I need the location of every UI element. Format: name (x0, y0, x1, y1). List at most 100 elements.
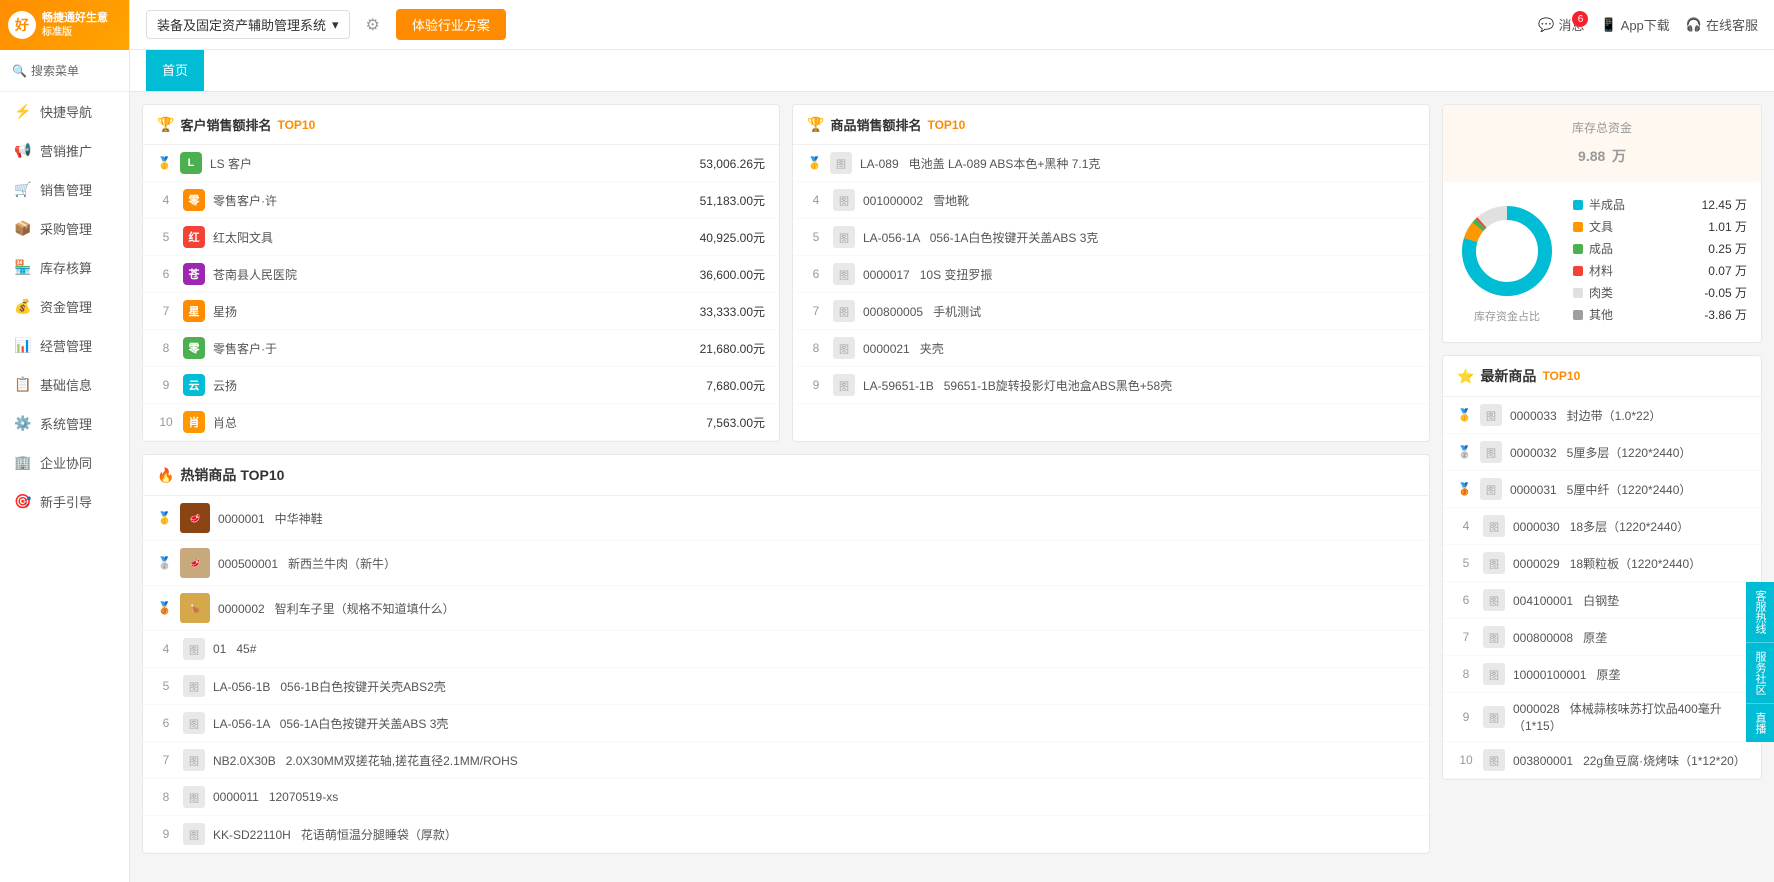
list-item: 5 红 红太阳文具 40,925.00元 (143, 219, 779, 256)
system-icon: ⚙️ (14, 415, 32, 433)
page-tabs: 首页 (130, 50, 1774, 92)
list-item: 7 图 NB2.0X30B 2.0X30MM双搓花轴,搓花直径2.1MM/ROH… (143, 742, 1429, 779)
product-icon: 图 (183, 712, 205, 734)
medal-icon (157, 601, 172, 615)
search-menu-button[interactable]: 🔍 搜索菜单 (8, 58, 121, 83)
inventory-total-value: 9.88 万 (1457, 140, 1747, 168)
shortcut-icon: ⚡ (14, 103, 32, 121)
tab-home[interactable]: 首页 (146, 50, 204, 91)
chevron-down-icon: ▾ (332, 17, 339, 33)
legend-item: 肉类 -0.05 万 (1573, 284, 1747, 301)
product-icon: 图 (1483, 552, 1505, 574)
medal-icon (1457, 482, 1472, 496)
product-icon: 图 (183, 638, 205, 660)
trial-button[interactable]: 体验行业方案 (396, 9, 506, 40)
sidebar-item-sales[interactable]: 🛒 销售管理 (0, 170, 129, 209)
sidebar-item-inventory[interactable]: 🏪 库存核算 (0, 248, 129, 287)
product-icon: 图 (1483, 589, 1505, 611)
top-header: 装备及固定资产辅助管理系统 ▾ ⚙ 体验行业方案 💬 消息 6 📱 App下载 … (130, 0, 1774, 50)
list-item: 4 图 01 45# (143, 631, 1429, 668)
purchase-icon: 📦 (14, 220, 32, 238)
inventory-legend: 半成品 12.45 万 文具 1.01 万 成品 0.25 万 (1573, 196, 1747, 328)
product-icon: 图 (183, 749, 205, 771)
star-icon: ⭐ (1457, 368, 1474, 385)
right-column: 库存总资金 9.88 万 (1442, 104, 1762, 870)
product-icon: 图 (1480, 404, 1502, 426)
medal-icon (1457, 408, 1472, 422)
medal-icon (157, 556, 172, 570)
hot-icon: 🔥 (157, 467, 174, 484)
search-icon: 🔍 (12, 64, 27, 78)
inventory-total-section: 库存总资金 9.88 万 (1443, 105, 1761, 182)
sidebar-item-guide[interactable]: 🎯 新手引导 (0, 482, 129, 521)
float-btn-community[interactable]: 服务社区 (1746, 643, 1774, 704)
sidebar-item-purchase[interactable]: 📦 采购管理 (0, 209, 129, 248)
legend-dot-material (1573, 266, 1583, 276)
list-item: 8 图 0000011 12070519-xs (143, 779, 1429, 816)
content-area: 🏆 客户销售额排名 TOP10 L LS 客户 53,006.26元 4 (130, 92, 1774, 882)
product-icon: 图 (1483, 515, 1505, 537)
legend-dot-finished (1573, 244, 1583, 254)
customer-top10-header: 🏆 客户销售额排名 TOP10 (143, 105, 779, 145)
system-selector[interactable]: 装备及固定资产辅助管理系统 ▾ (146, 10, 350, 39)
inventory-icon: 🏪 (14, 259, 32, 277)
customer-badge: 云 (183, 374, 205, 396)
phone-icon: 📱 (1600, 17, 1616, 33)
message-badge: 6 (1572, 11, 1588, 27)
message-button[interactable]: 💬 消息 6 (1538, 15, 1584, 34)
product-icon: 图 (833, 374, 855, 396)
product-sales-rank-list: 图 LA-089 电池盖 LA-089 ABS本色+黑种 7.1克 4 图 00… (793, 145, 1429, 404)
list-item: 5 图 0000029 18颗粒板（1220*2440） (1443, 545, 1761, 582)
gear-button[interactable]: ⚙ (362, 11, 384, 39)
list-item: 图 LA-089 电池盖 LA-089 ABS本色+黑种 7.1克 (793, 145, 1429, 182)
product-thumbnail: 🍗 (180, 593, 210, 623)
product-icon: 图 (183, 786, 205, 808)
list-item: 9 图 0000028 体械蒜核味苏打饮品400毫升（1*15） (1443, 693, 1761, 742)
hot-products-list: 🥩 0000001 中华神鞋 🥩 000500001 新西兰牛肉（新牛） (143, 496, 1429, 853)
top-row: 🏆 客户销售额排名 TOP10 L LS 客户 53,006.26元 4 (142, 104, 1430, 442)
list-item: 6 图 LA-056-1A 056-1A白色按键开关盖ABS 3壳 (143, 705, 1429, 742)
online-service-button[interactable]: 🎧 在线客服 (1686, 15, 1758, 34)
customer-rank-list: L LS 客户 53,006.26元 4 零 零售客户·许 51,183.00元… (143, 145, 779, 441)
float-btn-service[interactable]: 客服热线 (1746, 582, 1774, 643)
sidebar-item-basic[interactable]: 📋 基础信息 (0, 365, 129, 404)
new-products-panel: ⭐ 最新商品 TOP10 图 0000033 封边带（1.0*22） 图 000… (1442, 355, 1762, 780)
list-item: 6 图 0000017 10S 变扭罗振 (793, 256, 1429, 293)
legend-item: 材料 0.07 万 (1573, 262, 1747, 279)
list-item: 7 图 000800005 手机测试 (793, 293, 1429, 330)
list-item: 10 图 003800001 22g鱼豆腐·烧烤味（1*12*20） (1443, 742, 1761, 779)
product-icon: 图 (833, 300, 855, 322)
left-mid-columns: 🏆 客户销售额排名 TOP10 L LS 客户 53,006.26元 4 (142, 104, 1430, 870)
customer-badge: 零 (183, 189, 205, 211)
new-products-list: 图 0000033 封边带（1.0*22） 图 0000032 5厘多层（122… (1443, 397, 1761, 779)
sidebar-search-section[interactable]: 🔍 搜索菜单 (0, 50, 129, 92)
app-download-button[interactable]: 📱 App下载 (1600, 15, 1669, 34)
float-buttons: 客服热线 服务社区 直播 (1746, 582, 1774, 742)
medal-icon (157, 511, 172, 525)
operation-icon: 📊 (14, 337, 32, 355)
marketing-icon: 📢 (14, 142, 32, 160)
system-name: 装备及固定资产辅助管理系统 (157, 15, 326, 34)
list-item: L LS 客户 53,006.26元 (143, 145, 779, 182)
trophy-icon-2: 🏆 (807, 116, 824, 133)
product-icon: 图 (1483, 626, 1505, 648)
list-item: 🍗 0000002 智利车子里（规格不知道填什么） (143, 586, 1429, 631)
basic-icon: 📋 (14, 376, 32, 394)
sidebar-item-marketing[interactable]: 📢 营销推广 (0, 131, 129, 170)
company-icon: 🏢 (14, 454, 32, 472)
product-icon: 图 (183, 675, 205, 697)
list-item: 8 图 0000021 夹壳 (793, 330, 1429, 367)
list-item: 5 图 LA-056-1A 056-1A白色按键开关盖ABS 3克 (793, 219, 1429, 256)
sidebar-item-finance[interactable]: 💰 资金管理 (0, 287, 129, 326)
product-icon: 图 (833, 189, 855, 211)
list-item: 🥩 0000001 中华神鞋 (143, 496, 1429, 541)
float-btn-live[interactable]: 直播 (1746, 704, 1774, 742)
header-right: 💬 消息 6 📱 App下载 🎧 在线客服 (1538, 15, 1758, 34)
list-item: 7 星 星扬 33,333.00元 (143, 293, 779, 330)
product-icon: 图 (183, 823, 205, 845)
customer-top10-panel: 🏆 客户销售额排名 TOP10 L LS 客户 53,006.26元 4 (142, 104, 780, 442)
sidebar-item-system[interactable]: ⚙️ 系统管理 (0, 404, 129, 443)
sidebar-item-company[interactable]: 🏢 企业协同 (0, 443, 129, 482)
sidebar-item-shortcut[interactable]: ⚡ 快捷导航 (0, 92, 129, 131)
sidebar-item-operation[interactable]: 📊 经营管理 (0, 326, 129, 365)
